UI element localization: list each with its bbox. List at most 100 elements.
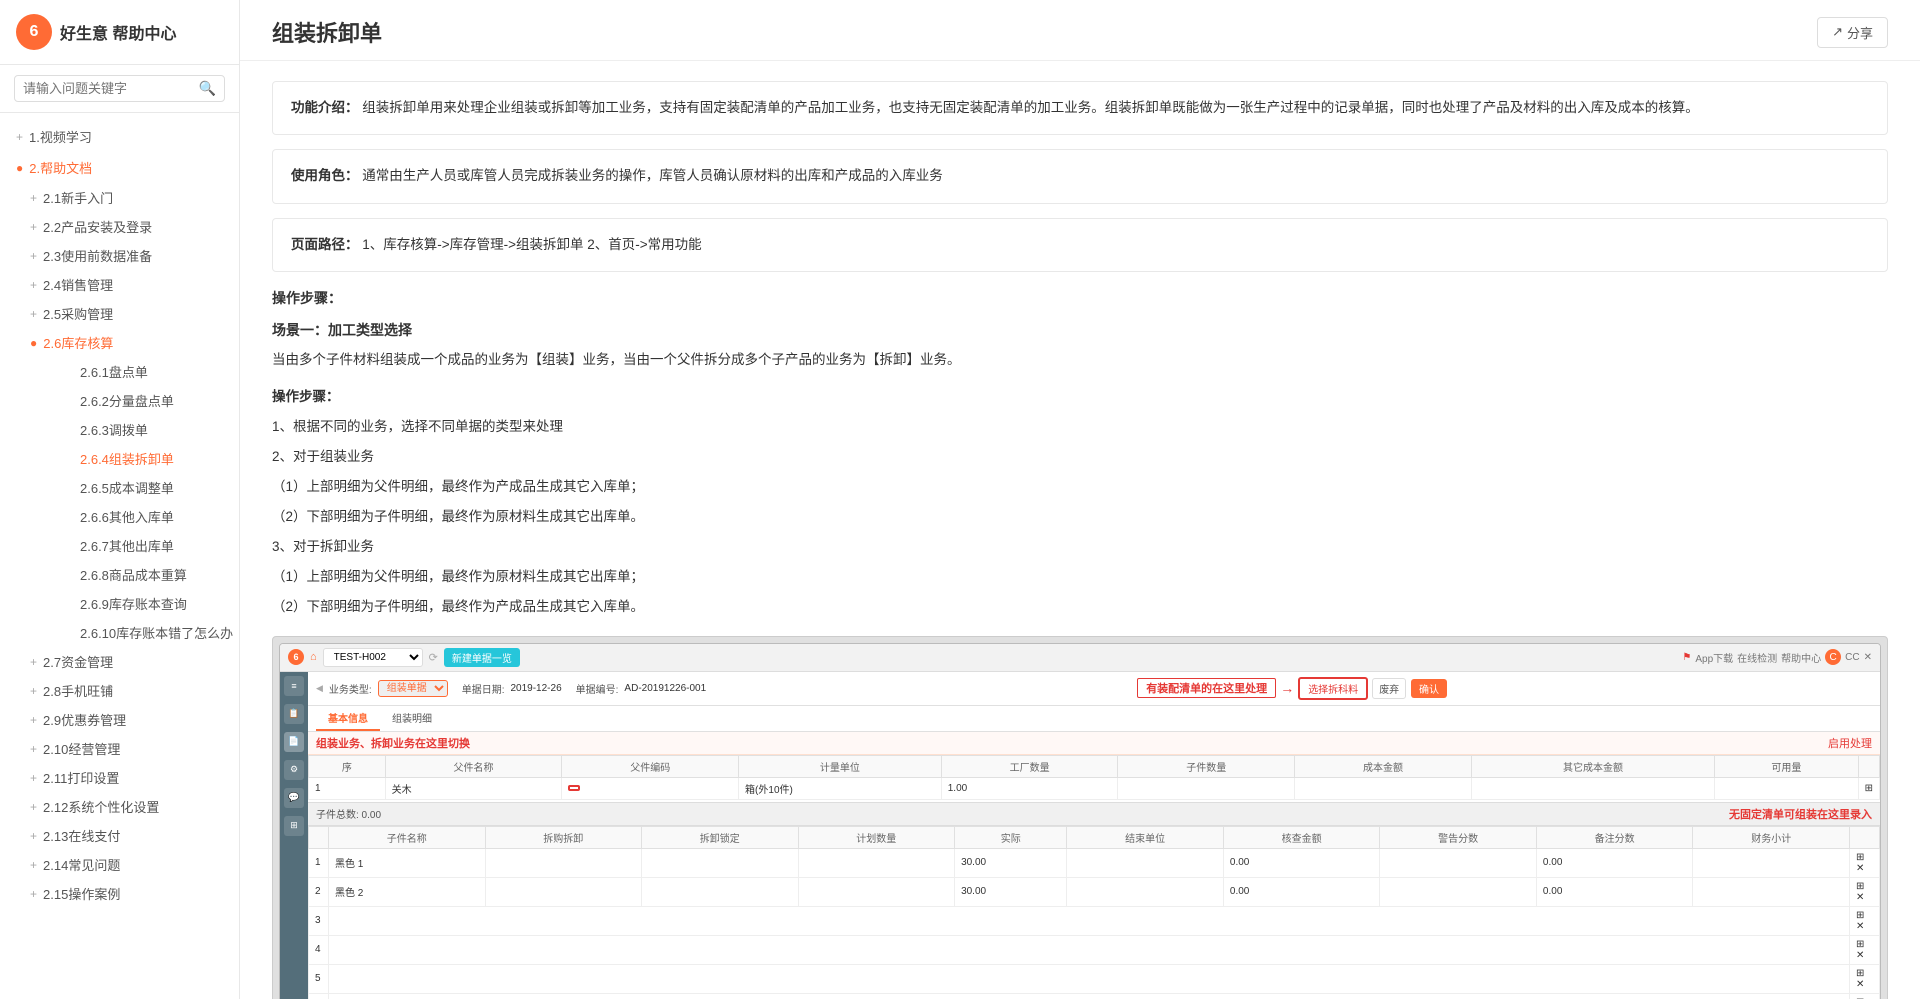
- expand-icon: +: [30, 220, 37, 234]
- sidebar-item-ledger-query[interactable]: 2.6.9库存账本查询: [80, 589, 239, 618]
- sidebar-item-cost-adjust[interactable]: 2.6.5成本调整单: [80, 473, 239, 502]
- store-nav: ⌂: [310, 651, 317, 663]
- main-content: 组装拆卸单 ↗ 分享 功能介绍： 组装拆卸单用来处理企业组装或拆卸等加工业务，支…: [240, 0, 1920, 999]
- app-topbar: 6 ⌂ TEST-H002 ⟳ 新建单据一览 ⚑ App下载 在线检测: [280, 644, 1880, 672]
- search-input[interactable]: [23, 81, 199, 96]
- doc-date-label: 单据日期:: [462, 681, 505, 696]
- sidebar-item-mobile[interactable]: + 2.8手机旺铺: [30, 676, 239, 705]
- expand-icon: +: [30, 655, 37, 669]
- abandon-btn[interactable]: 废弃: [1372, 678, 1406, 699]
- check-icon: 在线检测: [1737, 650, 1777, 665]
- cell-seq: 1: [309, 777, 386, 799]
- sync-icon: ⟳: [429, 651, 438, 664]
- sidebar-item-data-prep[interactable]: + 2.3使用前数据准备: [30, 241, 239, 270]
- tab-basic[interactable]: 基本信息: [316, 706, 380, 731]
- app-logo-inner: 6: [288, 649, 304, 665]
- left-icon-2[interactable]: 📋: [284, 704, 304, 724]
- sidebar-item-custom[interactable]: + 2.12系统个性化设置: [30, 792, 239, 821]
- ann-enable: 启用处理: [1828, 735, 1872, 751]
- sidebar-item-cases[interactable]: + 2.15操作案例: [30, 879, 239, 908]
- confirm-save-btn[interactable]: 确认: [1411, 679, 1447, 698]
- left-icon-6[interactable]: ⊞: [284, 816, 304, 836]
- upper-table: 序 父件名称 父件编码 计量单位 工厂数量 子件数量 成本金额 其它成本金额: [308, 755, 1880, 800]
- tab-detail[interactable]: 组装明细: [380, 706, 444, 731]
- store-select[interactable]: TEST-H002: [323, 648, 423, 667]
- nav-tree: + 1.视频学习 ● 2.帮助文档 + 2.1新手入门 + 2.2产品安装及登录…: [0, 113, 239, 999]
- left-icon-1[interactable]: ≡: [284, 676, 304, 696]
- col-unit: 计量单位: [739, 755, 942, 777]
- sidebar-item-ops[interactable]: + 2.10经营管理: [30, 734, 239, 763]
- tab-bar: 基本信息 组装明细: [308, 706, 1880, 732]
- sidebar-item-other-in[interactable]: 2.6.6其他入库单: [80, 502, 239, 531]
- sidebar-item-other-out[interactable]: 2.6.7其他出库单: [80, 531, 239, 560]
- sidebar-item-ledger-error[interactable]: 2.6.10库存账本错了怎么办: [80, 618, 239, 647]
- lcol-purchase: 拆购拆卸: [485, 826, 642, 848]
- path-block: 页面路径： 1、库存核算->库存管理->组装拆卸单 2、首页->常用功能: [272, 218, 1888, 272]
- sidebar-item-finance[interactable]: + 2.7资金管理: [30, 647, 239, 676]
- select-material-btn[interactable]: 选择拆科料: [1298, 677, 1368, 700]
- ann-arrow-1: →: [1280, 680, 1294, 696]
- share-button[interactable]: ↗ 分享: [1817, 17, 1888, 48]
- sidebar-item-stocktake[interactable]: 2.6.1盘点单: [80, 357, 239, 386]
- sub-parts-label: 子件总数: 0.00: [316, 806, 381, 821]
- sidebar-item-video[interactable]: + 1.视频学习: [0, 121, 239, 152]
- sidebar-item-sales[interactable]: + 2.4销售管理: [30, 270, 239, 299]
- ann-has-bom: 有装配清单的在这里处理: [1137, 678, 1276, 698]
- left-icon-5[interactable]: 💬: [284, 788, 304, 808]
- expand-icon: ●: [30, 336, 37, 350]
- sidebar-item-transfer[interactable]: 2.6.3调拨单: [80, 415, 239, 444]
- close-icon[interactable]: ✕: [1864, 652, 1872, 663]
- new-doc-btn[interactable]: 新建单据一览: [444, 648, 520, 667]
- doc-no-label: 单据编号:: [576, 681, 619, 696]
- section-divider: 子件总数: 0.00 无固定清单可组装在这里录入: [308, 802, 1880, 826]
- left-icon-3[interactable]: 📄: [284, 732, 304, 752]
- app-logo: 6: [16, 14, 52, 50]
- left-icon-4[interactable]: ⚙: [284, 760, 304, 780]
- cell-cost: [1295, 777, 1472, 799]
- help-icon: 帮助中心: [1781, 650, 1821, 665]
- sidebar-item-partial-stocktake[interactable]: 2.6.2分量盘点单: [80, 386, 239, 415]
- annotation-row: 组装业务、拆卸业务在这里切换 启用处理: [308, 732, 1880, 755]
- table-row: 2 黑色 2 30.00 0.00: [309, 877, 1880, 906]
- col-ops: [1858, 755, 1879, 777]
- doc-area: ◀ 业务类型: 组装单据 拆卸单据 单据日期: 2019-12-26 单据编号:…: [308, 672, 1880, 999]
- search-icon[interactable]: 🔍: [199, 80, 216, 97]
- step3-2: （2）下部明细为子件明细，最终作为产成品生成其它入库单。: [272, 593, 1888, 620]
- upper-table-area: 序 父件名称 父件编码 计量单位 工厂数量 子件数量 成本金额 其它成本金额: [308, 755, 1880, 802]
- expand-icon: +: [30, 307, 37, 321]
- annotation-zone: 有装配清单的在这里处理 → 选择拆科料 废弃 确认: [712, 677, 1872, 700]
- sidebar-item-assembly[interactable]: 2.6.4组装拆卸单: [80, 444, 239, 473]
- sidebar-item-inventory[interactable]: ● 2.6库存核算: [30, 328, 239, 357]
- col-other-cost: 其它成本金额: [1471, 755, 1714, 777]
- sidebar-item-print[interactable]: + 2.11打印设置: [30, 763, 239, 792]
- doc-no-value: AD-20191226-001: [624, 683, 706, 694]
- role-block: 使用角色： 通常由生产人员或库管人员完成拆装业务的操作，库管人员确认原材料的出库…: [272, 149, 1888, 203]
- expand-icon: +: [30, 887, 37, 901]
- sidebar-item-cost-recalc[interactable]: 2.6.8商品成本重算: [80, 560, 239, 589]
- expand-icon: +: [30, 278, 37, 292]
- back-icon[interactable]: ◀: [316, 683, 323, 694]
- sidebar-item-docs[interactable]: ● 2.帮助文档: [0, 152, 239, 183]
- col-seq: 序: [309, 755, 386, 777]
- col-avail: 可用量: [1715, 755, 1858, 777]
- table-row: 6⊞ ✕: [309, 993, 1880, 999]
- cell-row-ops: ⊞: [1858, 777, 1879, 799]
- expand-icon: +: [30, 771, 37, 785]
- highlighted-cell[interactable]: [568, 785, 580, 791]
- lcol-unit: 结束单位: [1067, 826, 1224, 848]
- role-label: 使用角色：: [291, 168, 359, 183]
- sidebar-item-install[interactable]: + 2.2产品安装及登录: [30, 212, 239, 241]
- sidebar-item-newbie[interactable]: + 2.1新手入门: [30, 183, 239, 212]
- sidebar-item-purchase[interactable]: + 2.5采购管理: [30, 299, 239, 328]
- sidebar-item-payment[interactable]: + 2.13在线支付: [30, 821, 239, 850]
- step1: 1、根据不同的业务，选择不同单据的类型来处理: [272, 413, 1888, 440]
- lower-table: 子件名称 拆购拆卸 拆卸锁定 计划数量 实际 结束单位 核查金额 警告分数: [308, 826, 1880, 999]
- sidebar-item-faq[interactable]: + 2.14常见问题: [30, 850, 239, 879]
- lcol-actual: 实际: [955, 826, 1067, 848]
- app-body: ≡ 📋 📄 ⚙ 💬 ⊞ ◀: [280, 672, 1880, 999]
- business-type-select[interactable]: 组装单据 拆卸单据: [378, 680, 448, 697]
- sidebar-item-coupon[interactable]: + 2.9优惠券管理: [30, 705, 239, 734]
- app-title: 好生意 帮助中心: [60, 20, 176, 44]
- cell-sub-qty: [1118, 777, 1295, 799]
- search-box[interactable]: 🔍: [14, 75, 225, 102]
